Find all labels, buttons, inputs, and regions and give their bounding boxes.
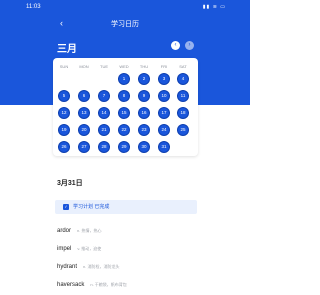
calendar-day[interactable]: 14	[99, 108, 109, 118]
word-item[interactable]: haversack n. 干粮袋，帆布背包	[57, 282, 127, 288]
calendar-day[interactable]: 16	[139, 108, 149, 118]
calendar-day[interactable]: 24	[159, 125, 169, 135]
calendar-day[interactable]: 23	[139, 125, 149, 135]
plan-status: ✓ 学习计划 已完成	[55, 200, 197, 214]
word-item[interactable]: hydrant n. 消防栓，消防龙头	[57, 264, 119, 270]
calendar-day[interactable]: 22	[119, 125, 129, 135]
calendar-day[interactable]: 9	[139, 91, 149, 101]
calendar-day[interactable]: 19	[59, 125, 69, 135]
word-zh: v. 推动，迫使	[77, 246, 102, 251]
weekday-label: WED	[119, 64, 129, 69]
status-icons: ▮▮ ≋ ▭	[202, 4, 226, 10]
word-en: haversack	[57, 282, 85, 288]
calendar-day[interactable]: 21	[99, 125, 109, 135]
calendar-day[interactable]: 4	[178, 74, 188, 84]
word-en: ardor	[57, 228, 72, 234]
word-item[interactable]: ardor n. 热情，热心	[57, 228, 101, 234]
calendar-day[interactable]: 20	[79, 125, 89, 135]
nav-bar: ‹ 学习日历	[0, 18, 250, 30]
word-zh: n. 干粮袋，帆布背包	[90, 282, 127, 287]
calendar-day[interactable]: 26	[59, 142, 69, 152]
calendar-day[interactable]: 10	[159, 91, 169, 101]
calendar-day[interactable]: 13	[79, 108, 89, 118]
calendar-day[interactable]: 27	[79, 142, 89, 152]
status-bar: 11:03 ▮▮ ≋ ▭	[0, 4, 250, 14]
weekday-label: SUN	[59, 64, 69, 69]
month-title: 三月	[57, 44, 77, 55]
word-zh: n. 热情，热心	[77, 228, 102, 233]
calendar-day[interactable]: 25	[178, 125, 188, 135]
word-item[interactable]: impel v. 推动，迫使	[57, 246, 101, 252]
word-zh: n. 消防栓，消防龙头	[83, 264, 120, 269]
calendar-day[interactable]: 18	[178, 108, 188, 118]
calendar-day[interactable]: 7	[99, 91, 109, 101]
calendar-day[interactable]: 15	[119, 108, 129, 118]
calendar-day[interactable]: 6	[79, 91, 89, 101]
check-icon: ✓	[63, 204, 69, 210]
weekday-label: TUE	[100, 64, 108, 69]
calendar-day[interactable]: 11	[178, 91, 188, 101]
calendar-day[interactable]: 31	[159, 142, 169, 152]
page-title: 学习日历	[111, 21, 139, 28]
calendar-day[interactable]: 28	[99, 142, 109, 152]
next-month-button[interactable]: ›	[185, 41, 194, 50]
calendar-day[interactable]: 12	[59, 108, 69, 118]
calendar-day[interactable]: 8	[119, 91, 129, 101]
calendar-day[interactable]: 29	[119, 142, 129, 152]
calendar-day[interactable]: 3	[159, 74, 169, 84]
calendar-card: SUN MON TUE WED THU FRI SAT 1 2 3 4 5 6 7 8 9 10 11 12 13 14…	[53, 58, 198, 156]
weekday-label: FRI	[160, 64, 168, 69]
calendar-day[interactable]: 2	[139, 74, 149, 84]
word-en: hydrant	[57, 264, 78, 270]
prev-month-button[interactable]: ‹	[171, 41, 180, 50]
weekday-label: THU	[139, 64, 149, 69]
calendar-day[interactable]: 1	[119, 74, 129, 84]
weekday-label: SAT	[179, 64, 187, 69]
calendar-day[interactable]: 17	[159, 108, 169, 118]
plan-status-text: 学习计划 已完成	[73, 204, 110, 210]
selected-date: 3月31日	[57, 180, 83, 187]
calendar-day[interactable]: 5	[59, 91, 69, 101]
word-en: impel	[57, 246, 72, 252]
weekday-label: MON	[79, 64, 89, 69]
calendar-day[interactable]: 30	[139, 142, 149, 152]
status-time: 11:03	[26, 4, 41, 10]
